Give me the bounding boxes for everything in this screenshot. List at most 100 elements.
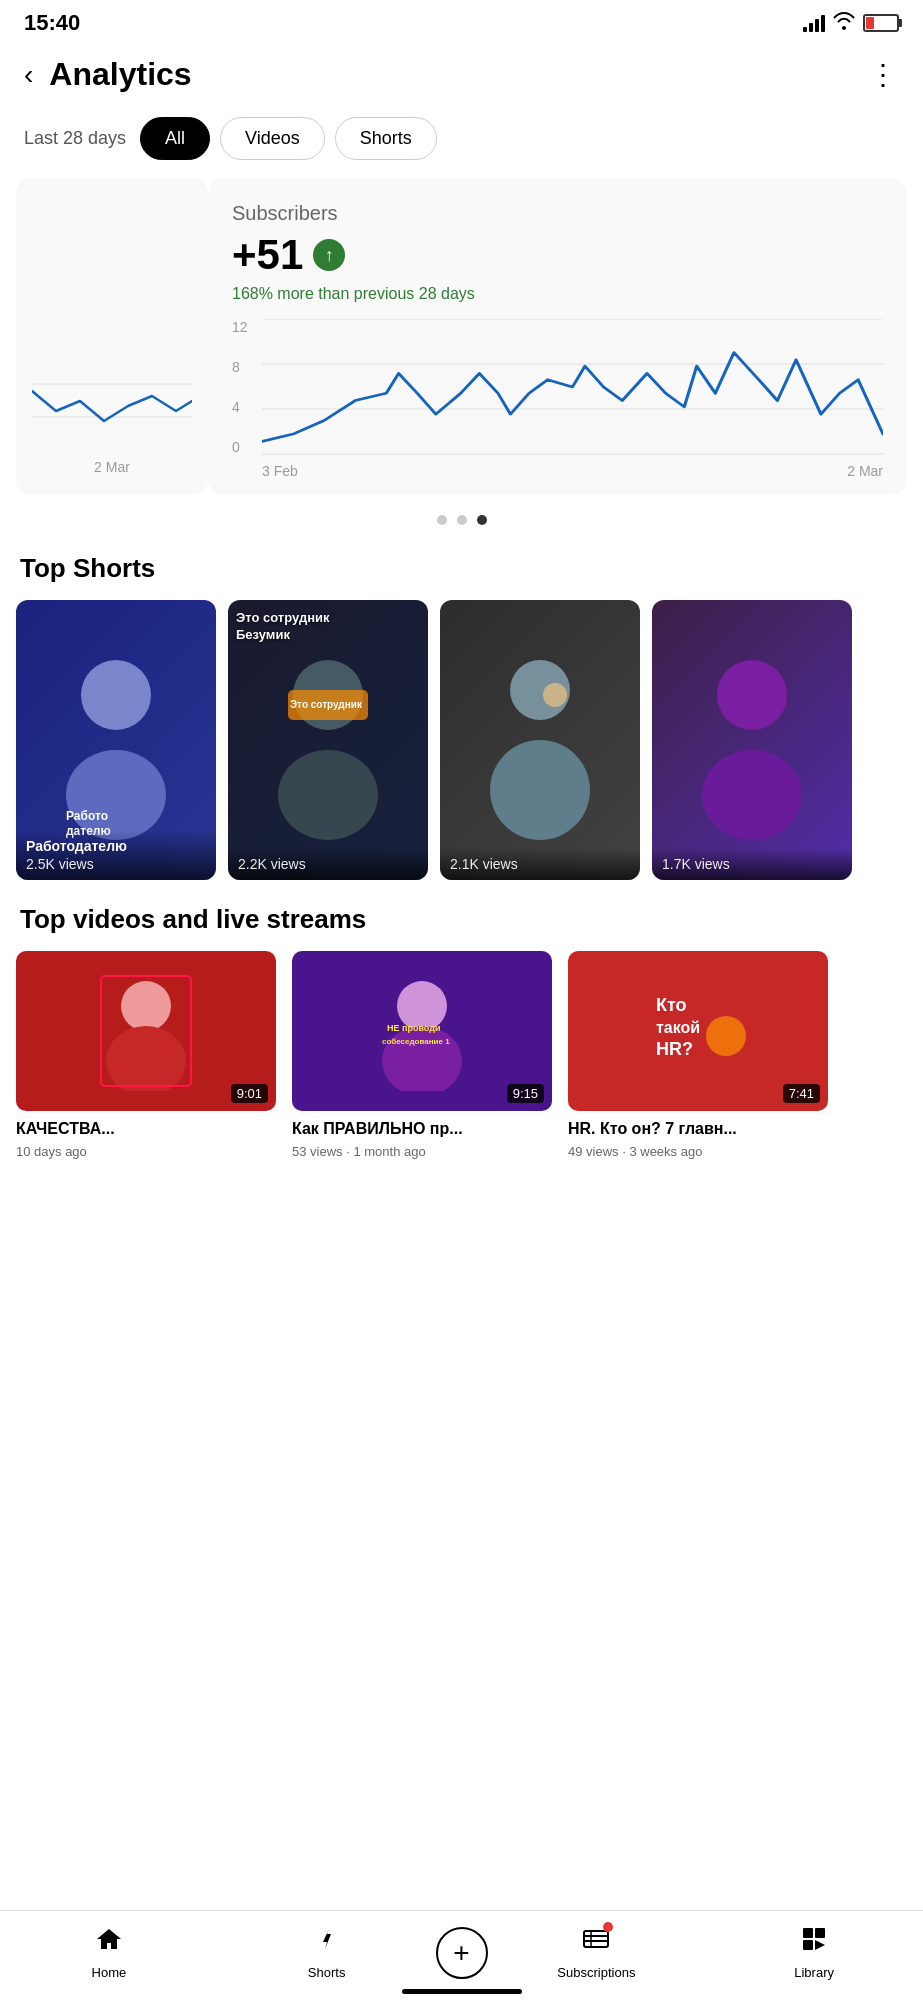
video-3-duration: 7:41 [783,1084,820,1103]
shorts-icon [313,1925,341,1960]
short-item-2[interactable]: Это сотрудник Это сотрудникБезумик 2.2K … [228,600,428,880]
svg-text:НЕ проводи: НЕ проводи [387,1023,440,1033]
video-thumb-1: 9:01 [16,951,276,1111]
page-title: Analytics [49,56,191,93]
nav-library-label: Library [794,1965,834,1980]
header: ‹ Analytics ⋮ [0,42,923,107]
filter-tab-shorts[interactable]: Shorts [335,117,437,160]
more-button[interactable]: ⋮ [869,58,899,91]
subscribers-label: Subscribers [232,202,883,225]
mini-chart [32,351,192,451]
subscribers-chart: 12 8 4 0 3 Feb 2 Mar [232,319,883,479]
svg-text:такой: такой [656,1019,700,1036]
nav-home-label: Home [92,1965,127,1980]
status-bar: 15:40 [0,0,923,42]
svg-rect-31 [584,1931,608,1947]
nav-subscriptions[interactable]: Subscriptions [488,1925,706,1980]
filter-row: Last 28 days All Videos Shorts [0,107,923,178]
video-2-title: Как ПРАВИЛЬНО пр... [292,1119,552,1140]
video-1-duration: 9:01 [231,1084,268,1103]
video-3-meta: 49 views · 3 weeks ago [568,1144,828,1159]
video-3-title: HR. Кто он? 7 главн... [568,1119,828,1140]
video-thumb-3: Кто такой HR? 7:41 [568,951,828,1111]
svg-point-30 [706,1016,746,1056]
short-3-views: 2.1K views [450,856,630,872]
status-time: 15:40 [24,10,80,36]
video-1-meta: 10 days ago [16,1144,276,1159]
svg-rect-37 [803,1940,813,1950]
video-item-3[interactable]: Кто такой HR? 7:41 HR. Кто он? 7 главн..… [568,951,828,1159]
signal-icon [803,14,825,32]
home-icon [95,1925,123,1960]
subscriptions-icon [582,1925,610,1960]
short-4-views: 1.7K views [662,856,842,872]
videos-list: 9:01 КАЧЕСТВА... 10 days ago НЕ проводи … [0,951,923,1279]
dot-2[interactable] [457,515,467,525]
svg-text:Это сотрудник: Это сотрудник [290,699,363,710]
nav-subscriptions-label: Subscriptions [557,1965,635,1980]
video-2-meta: 53 views · 1 month ago [292,1144,552,1159]
svg-point-17 [717,660,787,730]
video-item-2[interactable]: НЕ проводи собеседование 1 9:15 Как ПРАВ… [292,951,552,1159]
video-item-1[interactable]: 9:01 КАЧЕСТВА... 10 days ago [16,951,276,1159]
filter-tabs: All Videos Shorts [140,117,437,160]
svg-text:Работо: Работо [66,809,108,823]
svg-point-16 [543,683,567,707]
svg-marker-38 [815,1940,825,1950]
status-icons [803,12,899,35]
svg-text:Кто: Кто [656,995,687,1015]
chart-svg [262,319,883,455]
svg-point-19 [121,981,171,1031]
svg-point-11 [278,750,378,840]
short-item-1[interactable]: Работо дателю Работодателю 2.5K views [16,600,216,880]
back-button[interactable]: ‹ [24,61,33,89]
bottom-nav: Home Shorts + Subscriptions [0,1910,923,2000]
nav-add-button[interactable]: + [436,1927,488,1979]
video-2-duration: 9:15 [507,1084,544,1103]
short-1-views: 2.5K views [26,856,206,872]
shorts-list: Работо дателю Работодателю 2.5K views Эт… [0,600,923,904]
svg-point-6 [81,660,151,730]
short-2-views: 2.2K views [238,856,418,872]
mini-chart-date: 2 Mar [32,459,192,475]
nav-home[interactable]: Home [0,1925,218,1980]
svg-point-20 [106,1026,186,1091]
dot-1[interactable] [437,515,447,525]
video-1-title: КАЧЕСТВА... [16,1119,276,1140]
short-1-label: Работодателю [26,838,206,854]
svg-point-18 [702,750,802,840]
top-shorts-title: Top Shorts [0,553,923,600]
subscribers-count: +51 ↑ [232,231,883,279]
home-indicator [402,1989,522,1994]
up-arrow-icon: ↑ [313,239,345,271]
svg-rect-35 [803,1928,813,1938]
svg-rect-36 [815,1928,825,1938]
svg-text:HR?: HR? [656,1039,693,1059]
dot-3[interactable] [477,515,487,525]
filter-tab-all[interactable]: All [140,117,210,160]
nav-library[interactable]: Library [705,1925,923,1980]
nav-shorts[interactable]: Shorts [218,1925,436,1980]
cards-row: 2 Mar Subscribers +51 ↑ 168% more than p… [0,178,923,495]
battery-icon [863,14,899,32]
mini-chart-card: 2 Mar [16,178,208,495]
add-icon: + [453,1937,469,1969]
short-item-3[interactable]: 2.1K views [440,600,640,880]
nav-shorts-label: Shorts [308,1965,346,1980]
wifi-icon [833,12,855,35]
library-icon [800,1925,828,1960]
svg-point-23 [382,1026,462,1091]
chart-y-labels: 12 8 4 0 [232,319,248,479]
video-thumb-2: НЕ проводи собеседование 1 9:15 [292,951,552,1111]
chart-x-labels: 3 Feb 2 Mar [262,463,883,479]
subscribers-card: Subscribers +51 ↑ 168% more than previou… [208,178,907,495]
svg-point-15 [490,740,590,840]
subscribers-percent: 168% more than previous 28 days [232,285,883,303]
sub-badge [603,1922,613,1932]
carousel-dots [0,495,923,553]
short-item-4[interactable]: 1.7K views [652,600,852,880]
date-range-label: Last 28 days [24,128,126,149]
top-videos-title: Top videos and live streams [0,904,923,951]
svg-text:собеседование 1: собеседование 1 [382,1037,450,1046]
filter-tab-videos[interactable]: Videos [220,117,325,160]
